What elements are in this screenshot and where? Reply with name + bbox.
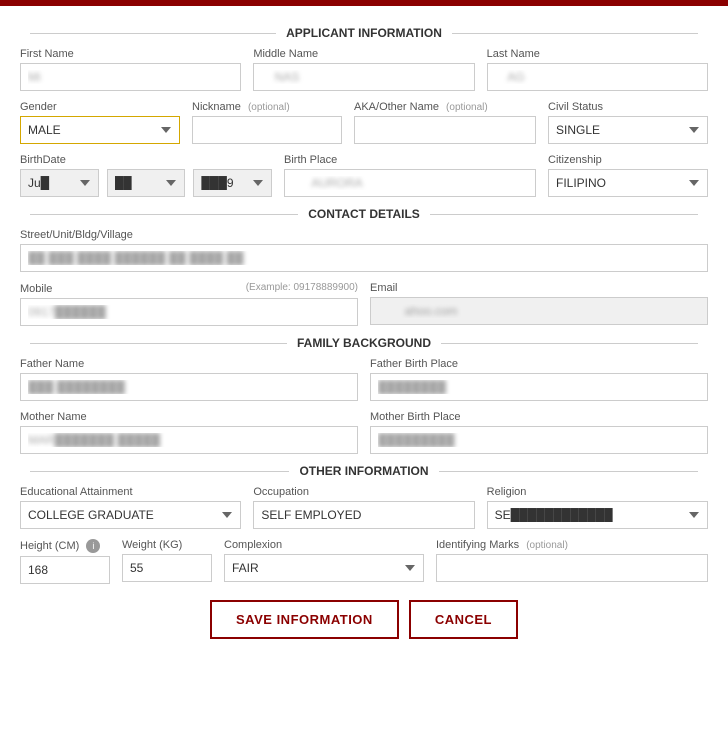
mother-name-label: Mother Name xyxy=(20,411,358,423)
mother-birth-place-input[interactable] xyxy=(370,426,708,454)
aka-label: AKA/Other Name (optional) xyxy=(354,101,536,113)
email-label: Email xyxy=(370,282,708,294)
civil-status-select[interactable]: SINGLE MARRIED WIDOWED SEPARATED xyxy=(548,116,708,144)
father-birth-place-label: Father Birth Place xyxy=(370,358,708,370)
father-name-label: Father Name xyxy=(20,358,358,370)
nickname-input[interactable] xyxy=(192,116,342,144)
civil-status-label: Civil Status xyxy=(548,101,708,113)
gender-label: Gender xyxy=(20,101,180,113)
religion-label: Religion xyxy=(487,486,708,498)
identifying-marks-label: Identifying Marks (optional) xyxy=(436,539,708,551)
mother-name-group: Mother Name xyxy=(20,411,358,454)
first-name-group: First Name xyxy=(20,48,241,91)
birth-day-group: ██ xyxy=(107,169,186,197)
middle-name-input[interactable] xyxy=(253,63,474,91)
applicant-info-title: APPLICANT INFORMATION xyxy=(20,26,708,40)
weight-label: Weight (KG) xyxy=(122,539,212,551)
cancel-button[interactable]: CANCEL xyxy=(409,600,518,639)
birth-place-group: Birth Place xyxy=(284,154,536,197)
mobile-group: Mobile (Example: 09178889900) xyxy=(20,282,358,326)
weight-group: Weight (KG) xyxy=(122,539,212,584)
identifying-marks-input[interactable] xyxy=(436,554,708,582)
email-input[interactable] xyxy=(370,297,708,325)
occupation-group: Occupation xyxy=(253,486,474,529)
civil-status-group: Civil Status SINGLE MARRIED WIDOWED SEPA… xyxy=(548,101,708,144)
save-button[interactable]: SAVE INFORMATION xyxy=(210,600,399,639)
nickname-label: Nickname (optional) xyxy=(192,101,342,113)
last-name-label: Last Name xyxy=(487,48,708,60)
education-group: Educational Attainment COLLEGE GRADUATE … xyxy=(20,486,241,529)
mother-birth-place-group: Mother Birth Place xyxy=(370,411,708,454)
last-name-group: Last Name xyxy=(487,48,708,91)
gender-row: Gender MALE FEMALE Nickname (optional) A… xyxy=(20,101,708,144)
contact-details-title: CONTACT DETAILS xyxy=(20,207,708,221)
education-select[interactable]: COLLEGE GRADUATE HIGH SCHOOL ELEMENTARY … xyxy=(20,501,241,529)
identifying-marks-group: Identifying Marks (optional) xyxy=(436,539,708,584)
education-label: Educational Attainment xyxy=(20,486,241,498)
birthdate-inputs: Ju█ ██ ███9 xyxy=(20,169,272,197)
name-row: First Name Middle Name Last Name xyxy=(20,48,708,91)
citizenship-group: Citizenship FILIPINO OTHER xyxy=(548,154,708,197)
birth-place-input[interactable] xyxy=(284,169,536,197)
street-address-group: Street/Unit/Bldg/Village xyxy=(20,229,708,272)
birth-month-select[interactable]: Ju█ xyxy=(20,169,99,197)
father-name-group: Father Name xyxy=(20,358,358,401)
family-background-title: FAMILY BACKGROUND xyxy=(20,336,708,350)
father-row: Father Name Father Birth Place xyxy=(20,358,708,401)
middle-name-group: Middle Name xyxy=(253,48,474,91)
birthdate-group: BirthDate Ju█ ██ ███9 xyxy=(20,154,272,197)
height-group: Height (CM) i xyxy=(20,539,110,584)
occupation-label: Occupation xyxy=(253,486,474,498)
father-birth-place-input[interactable] xyxy=(370,373,708,401)
birth-day-select[interactable]: ██ xyxy=(107,169,186,197)
complexion-group: Complexion FAIR MEDIUM DARK xyxy=(224,539,424,584)
button-row: SAVE INFORMATION CANCEL xyxy=(20,600,708,639)
physical-row: Height (CM) i Weight (KG) Complexion FAI… xyxy=(20,539,708,584)
last-name-input[interactable] xyxy=(487,63,708,91)
occupation-input[interactable] xyxy=(253,501,474,529)
height-label: Height (CM) i xyxy=(20,539,110,553)
street-address-input[interactable] xyxy=(20,244,708,272)
birth-month-group: Ju█ xyxy=(20,169,99,197)
mother-name-input[interactable] xyxy=(20,426,358,454)
street-address-label: Street/Unit/Bldg/Village xyxy=(20,229,708,241)
complexion-label: Complexion xyxy=(224,539,424,551)
birth-year-group: ███9 xyxy=(193,169,272,197)
height-input[interactable] xyxy=(20,556,110,584)
aka-input[interactable] xyxy=(354,116,536,144)
middle-name-label: Middle Name xyxy=(253,48,474,60)
mobile-hint: (Example: 09178889900) xyxy=(246,282,358,293)
father-birth-place-group: Father Birth Place xyxy=(370,358,708,401)
mobile-input[interactable] xyxy=(20,298,358,326)
gender-group: Gender MALE FEMALE xyxy=(20,101,180,144)
religion-select[interactable]: SE████████████ xyxy=(487,501,708,529)
other-info-title: OTHER INFORMATION xyxy=(20,464,708,478)
mother-row: Mother Name Mother Birth Place xyxy=(20,411,708,454)
citizenship-label: Citizenship xyxy=(548,154,708,166)
aka-group: AKA/Other Name (optional) xyxy=(354,101,536,144)
first-name-label: First Name xyxy=(20,48,241,60)
gender-select[interactable]: MALE FEMALE xyxy=(20,116,180,144)
first-name-input[interactable] xyxy=(20,63,241,91)
religion-group: Religion SE████████████ xyxy=(487,486,708,529)
birth-year-select[interactable]: ███9 xyxy=(193,169,272,197)
father-name-input[interactable] xyxy=(20,373,358,401)
nickname-group: Nickname (optional) xyxy=(192,101,342,144)
citizenship-select[interactable]: FILIPINO OTHER xyxy=(548,169,708,197)
mobile-label: Mobile xyxy=(20,283,52,295)
birth-row: BirthDate Ju█ ██ ███9 xyxy=(20,154,708,197)
education-row: Educational Attainment COLLEGE GRADUATE … xyxy=(20,486,708,529)
mother-birth-place-label: Mother Birth Place xyxy=(370,411,708,423)
form-container: APPLICANT INFORMATION First Name Middle … xyxy=(0,6,728,659)
weight-input[interactable] xyxy=(122,554,212,582)
email-group: Email xyxy=(370,282,708,326)
mobile-email-row: Mobile (Example: 09178889900) Email xyxy=(20,282,708,326)
birthdate-label: BirthDate xyxy=(20,154,272,166)
height-info-icon[interactable]: i xyxy=(86,539,100,553)
birth-place-label: Birth Place xyxy=(284,154,536,166)
complexion-select[interactable]: FAIR MEDIUM DARK xyxy=(224,554,424,582)
